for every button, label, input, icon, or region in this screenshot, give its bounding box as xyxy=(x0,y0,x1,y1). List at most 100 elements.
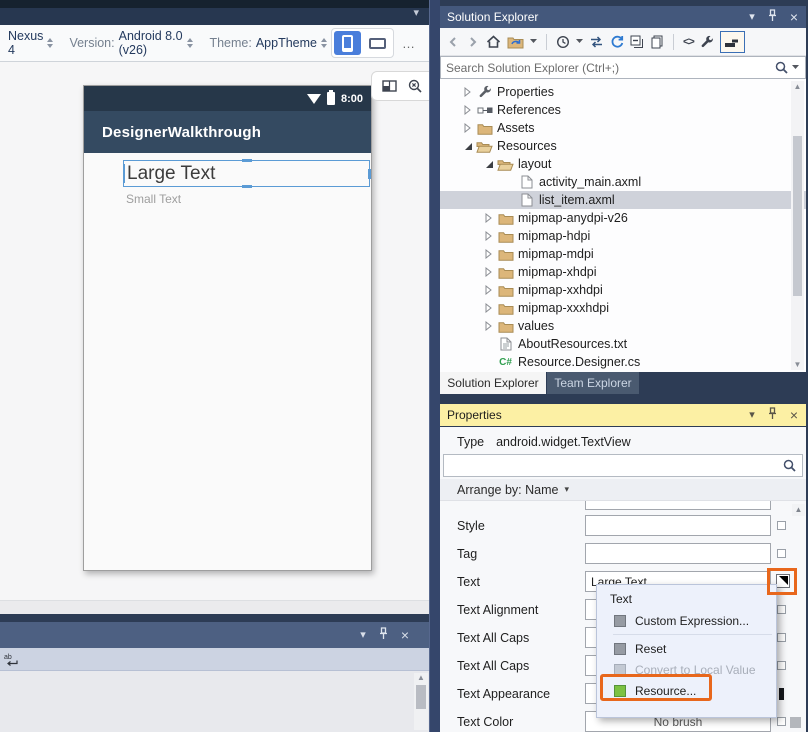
expander-collapsed-icon[interactable] xyxy=(482,231,496,241)
designer-canvas[interactable]: 8:00 DesignerWalkthrough Large Text Smal… xyxy=(0,62,429,614)
pin-icon[interactable] xyxy=(379,627,388,643)
theme-selector[interactable]: AppTheme xyxy=(256,36,317,50)
expander-collapsed-icon[interactable] xyxy=(461,123,475,133)
scroll-down-icon[interactable]: ▼ xyxy=(791,359,804,370)
search-caret-icon[interactable] xyxy=(792,65,799,70)
tree-item-list-item-axml[interactable]: list_item.axml xyxy=(440,191,806,209)
window-menu-icon[interactable]: ▾ xyxy=(749,12,755,23)
tree-item-references[interactable]: References xyxy=(440,101,806,119)
property-marker-empty[interactable] xyxy=(777,661,786,670)
dropdown-caret-icon[interactable] xyxy=(530,39,537,44)
tab-solution-explorer[interactable]: Solution Explorer xyxy=(440,372,546,394)
property-marker-bar[interactable] xyxy=(779,688,784,700)
tab-team-explorer[interactable]: Team Explorer xyxy=(547,372,639,394)
color-swatch[interactable] xyxy=(790,717,801,728)
pending-changes-filter-icon[interactable] xyxy=(556,35,570,49)
tree-scrollbar[interactable]: ▲ ▼ xyxy=(791,81,804,370)
expander-collapsed-icon[interactable] xyxy=(482,321,496,331)
grid-scroll-up-icon[interactable]: ▲ xyxy=(792,504,805,516)
tree-item-aboutresources-txt[interactable]: AboutResources.txt xyxy=(440,335,806,353)
property-marker-empty[interactable] xyxy=(777,521,786,530)
version-selector[interactable]: Android 8.0 (v26) xyxy=(119,29,184,57)
pin-icon[interactable] xyxy=(768,407,777,423)
close-icon[interactable]: × xyxy=(790,10,798,24)
selection-handle-top[interactable] xyxy=(242,159,252,162)
property-marker-empty[interactable] xyxy=(777,633,786,642)
selection-handle-right[interactable] xyxy=(368,169,371,179)
property-marker-corner[interactable] xyxy=(776,574,790,588)
scroll-up-icon[interactable]: ▲ xyxy=(791,81,804,92)
forward-icon[interactable] xyxy=(466,35,480,49)
pin-icon[interactable] xyxy=(768,9,777,25)
layout-grid-icon[interactable] xyxy=(382,80,397,92)
tree-item-activity-main-axml[interactable]: activity_main.axml xyxy=(440,173,806,191)
menu-item-custom-expression[interactable]: Custom Expression... xyxy=(597,610,776,631)
switch-views-icon[interactable] xyxy=(507,35,524,49)
tree-item-assets[interactable]: Assets xyxy=(440,119,806,137)
tree-item-mipmap-hdpi[interactable]: mipmap-hdpi xyxy=(440,227,806,245)
textview-small[interactable]: Small Text xyxy=(126,192,181,206)
solution-search-input[interactable] xyxy=(441,61,775,75)
expander-collapsed-icon[interactable] xyxy=(482,303,496,313)
property-value-box[interactable] xyxy=(585,515,771,536)
home-icon[interactable] xyxy=(486,35,501,48)
chevron-down-icon[interactable]: ▾ xyxy=(413,6,419,19)
menu-item-resource[interactable]: Resource... xyxy=(597,680,776,701)
spinner-icon[interactable] xyxy=(47,38,53,48)
search-icon[interactable] xyxy=(775,61,788,74)
preview-selected-items-toggle[interactable] xyxy=(720,31,745,53)
vertical-splitter[interactable] xyxy=(429,0,440,732)
expander-collapsed-icon[interactable] xyxy=(482,213,496,223)
expander-expanded-icon[interactable] xyxy=(482,160,496,169)
arrange-by-row[interactable]: Arrange by: Name ▾ xyxy=(440,479,806,501)
dropdown-caret-icon[interactable] xyxy=(576,39,583,44)
tree-item-mipmap-mdpi[interactable]: mipmap-mdpi xyxy=(440,245,806,263)
expander-collapsed-icon[interactable] xyxy=(461,105,475,115)
expander-collapsed-icon[interactable] xyxy=(482,249,496,259)
view-code-icon[interactable]: <> xyxy=(683,36,694,48)
selection-handle-left[interactable] xyxy=(123,164,125,183)
property-value-box[interactable] xyxy=(585,501,771,510)
tree-item-mipmap-anydpi-v26[interactable]: mipmap-anydpi-v26 xyxy=(440,209,806,227)
device-selector[interactable]: Nexus 4 xyxy=(8,29,43,57)
tree-item-mipmap-xxhdpi[interactable]: mipmap-xxhdpi xyxy=(440,281,806,299)
selection-handle-bottom[interactable] xyxy=(242,185,252,188)
overflow-button[interactable]: … xyxy=(396,36,421,51)
menu-item-reset[interactable]: Reset xyxy=(597,638,776,659)
scrollbar-thumb[interactable] xyxy=(416,685,426,709)
property-marker-empty[interactable] xyxy=(777,605,786,614)
tree-item-layout[interactable]: layout xyxy=(440,155,806,173)
sync-with-active-document-icon[interactable] xyxy=(589,36,604,48)
property-value-box[interactable] xyxy=(585,543,771,564)
collapse-all-icon[interactable] xyxy=(630,35,644,49)
search-icon[interactable] xyxy=(783,459,796,472)
tree-item-mipmap-xxxhdpi[interactable]: mipmap-xxxhdpi xyxy=(440,299,806,317)
close-icon[interactable]: × xyxy=(790,408,798,422)
expander-expanded-icon[interactable] xyxy=(461,142,475,151)
scroll-up-icon[interactable]: ▲ xyxy=(414,673,428,683)
portrait-button[interactable] xyxy=(334,31,361,55)
layout-canvas[interactable]: Large Text Small Text xyxy=(84,153,371,570)
back-icon[interactable] xyxy=(446,35,460,49)
window-menu-icon[interactable]: ▾ xyxy=(360,630,366,641)
tree-item-resource-designer-cs[interactable]: C#Resource.Designer.cs xyxy=(440,353,806,371)
property-marker-empty[interactable] xyxy=(777,717,786,726)
tree-item-properties[interactable]: Properties xyxy=(440,83,806,101)
word-wrap-icon[interactable]: ab xyxy=(4,653,21,666)
tree-item-mipmap-xhdpi[interactable]: mipmap-xhdpi xyxy=(440,263,806,281)
properties-wrench-icon[interactable] xyxy=(700,35,714,49)
properties-search-input[interactable] xyxy=(444,459,783,473)
landscape-button[interactable] xyxy=(364,31,391,55)
tree-item-values[interactable]: values xyxy=(440,317,806,335)
expander-collapsed-icon[interactable] xyxy=(482,267,496,277)
expander-collapsed-icon[interactable] xyxy=(461,87,475,97)
close-icon[interactable]: × xyxy=(401,628,409,642)
scrollbar-thumb[interactable] xyxy=(793,136,802,296)
window-menu-icon[interactable]: ▾ xyxy=(749,410,755,421)
property-marker-empty[interactable] xyxy=(777,549,786,558)
show-all-files-icon[interactable] xyxy=(650,35,664,49)
spinner-icon[interactable] xyxy=(321,38,327,48)
expander-collapsed-icon[interactable] xyxy=(482,285,496,295)
zoom-reset-icon[interactable] xyxy=(408,79,422,93)
bottom-panel-scrollbar[interactable]: ▲ xyxy=(414,673,428,730)
